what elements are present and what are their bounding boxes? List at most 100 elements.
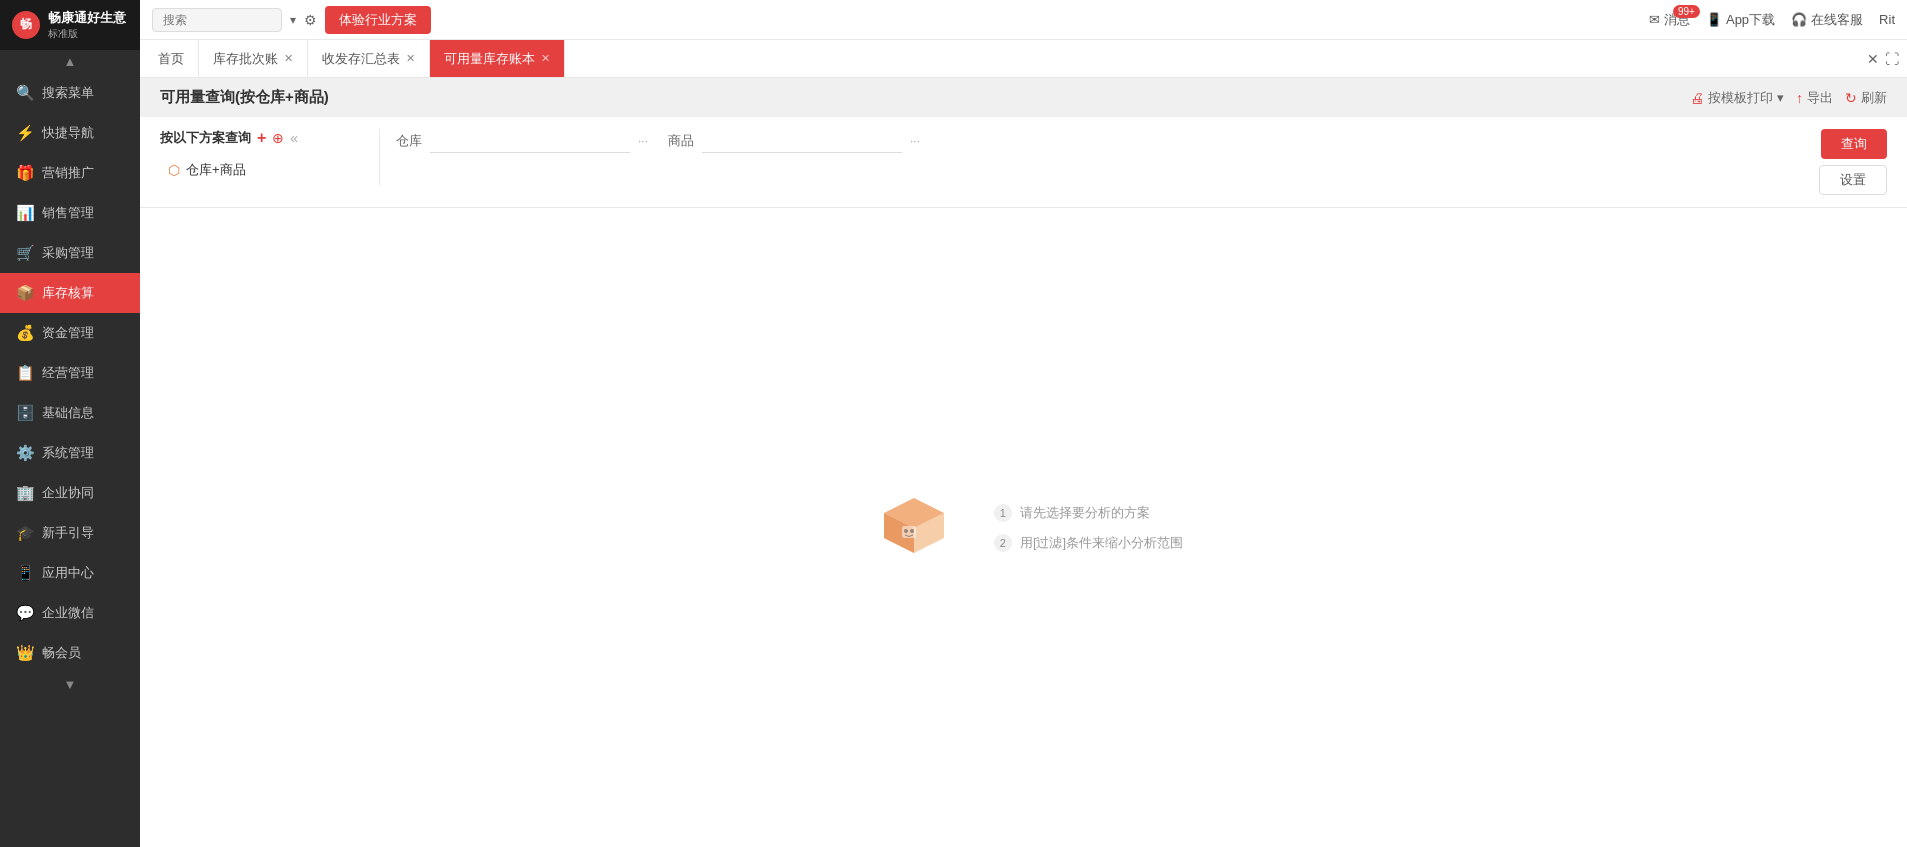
tabs-right: ✕ ⛶ — [1867, 40, 1907, 77]
page-title: 可用量查询(按仓库+商品) — [160, 88, 329, 107]
sidebar-header: 畅 畅康通好生意 标准版 — [0, 0, 140, 50]
tab-home-label: 首页 — [158, 50, 184, 68]
sidebar-item-label: 营销推广 — [42, 164, 94, 182]
quick-nav-icon: ⚡ — [16, 124, 34, 142]
warehouse-more-btn[interactable]: ··· — [638, 134, 648, 148]
sidebar-item-marketing[interactable]: 🎁 营销推广 — [0, 153, 140, 193]
tip-num-2: 2 — [994, 534, 1012, 552]
message-icon: ✉ — [1649, 12, 1660, 27]
sidebar-item-label: 企业微信 — [42, 604, 94, 622]
topbar-dropdown-btn[interactable]: ▾ — [290, 13, 296, 27]
scheme-label: 仓库+商品 — [186, 161, 246, 179]
filter-scheme-panel: 按以下方案查询 + ⊕ « ⬡ 仓库+商品 — [160, 129, 380, 185]
tip-text-1: 请先选择要分析的方案 — [1020, 504, 1150, 522]
topbar-industry-btn[interactable]: 体验行业方案 — [325, 6, 431, 34]
tip-text-2: 用[过滤]条件来缩小分析范围 — [1020, 534, 1183, 552]
topbar-right: ✉ 消息 99+ 📱 App下载 🎧 在线客服 Rit — [1649, 11, 1895, 29]
sidebar-item-label: 经营管理 — [42, 364, 94, 382]
sidebar-item-search[interactable]: 🔍 搜索菜单 — [0, 73, 140, 113]
company-name: 畅康通好生意 — [48, 10, 126, 27]
sidebar-item-inventory[interactable]: 📦 库存核算 — [0, 273, 140, 313]
inventory-icon: 📦 — [16, 284, 34, 302]
sidebar-item-label: 畅会员 — [42, 644, 81, 662]
page-header: 可用量查询(按仓库+商品) 🖨 按模板打印 ▾ ↑ 导出 ↻ 刷新 — [140, 78, 1907, 117]
app-icon: 📱 — [1706, 12, 1722, 27]
main-content: ▾ ⚙ 体验行业方案 ✉ 消息 99+ 📱 App下载 🎧 在线客服 Rit — [140, 0, 1907, 847]
sidebar-item-member[interactable]: 👑 畅会员 — [0, 633, 140, 673]
sidebar-item-finance[interactable]: 💰 资金管理 — [0, 313, 140, 353]
scroll-down-btn[interactable]: ▼ — [0, 673, 140, 696]
purchase-icon: 🛒 — [16, 244, 34, 262]
sidebar-item-quick-nav[interactable]: ⚡ 快捷导航 — [0, 113, 140, 153]
tab-collect-summary[interactable]: 收发存汇总表 ✕ — [308, 40, 430, 77]
sidebar: 畅 畅康通好生意 标准版 ▲ 🔍 搜索菜单 ⚡ 快捷导航 🎁 营销推广 📊 销售… — [0, 0, 140, 847]
print-icon: 🖨 — [1690, 90, 1704, 106]
tab-expand-btn[interactable]: ⛶ — [1885, 51, 1899, 67]
scroll-up-btn[interactable]: ▲ — [0, 50, 140, 73]
sidebar-item-label: 企业协同 — [42, 484, 94, 502]
refresh-btn[interactable]: ↻ 刷新 — [1845, 89, 1887, 107]
content-area: 1 请先选择要分析的方案 2 用[过滤]条件来缩小分析范围 — [140, 208, 1907, 847]
tab-close-btn[interactable]: ✕ — [1867, 51, 1879, 67]
sidebar-item-label: 资金管理 — [42, 324, 94, 342]
settings-btn[interactable]: 设置 — [1819, 165, 1887, 195]
print-btn[interactable]: 🖨 按模板打印 ▾ — [1690, 89, 1784, 107]
tab-collect-summary-close[interactable]: ✕ — [406, 52, 415, 65]
empty-tip-1: 1 请先选择要分析的方案 — [994, 504, 1183, 522]
sidebar-item-purchase[interactable]: 🛒 采购管理 — [0, 233, 140, 273]
sidebar-item-sales[interactable]: 📊 销售管理 — [0, 193, 140, 233]
query-btn[interactable]: 查询 — [1821, 129, 1887, 159]
sidebar-item-label: 新手引导 — [42, 524, 94, 542]
msg-badge: 99+ — [1673, 5, 1700, 18]
member-icon: 👑 — [16, 644, 34, 662]
filter-settings-btn[interactable]: ⊕ — [272, 130, 284, 146]
product-input[interactable] — [702, 129, 902, 153]
topbar-user-btn[interactable]: Rit — [1879, 12, 1895, 27]
edition-label: 标准版 — [48, 27, 126, 40]
sidebar-item-label: 销售管理 — [42, 204, 94, 222]
tab-available-book[interactable]: 可用量库存账本 ✕ — [430, 40, 565, 77]
tab-home[interactable]: 首页 — [144, 40, 199, 77]
topbar: ▾ ⚙ 体验行业方案 ✉ 消息 99+ 📱 App下载 🎧 在线客服 Rit — [140, 0, 1907, 40]
export-icon: ↑ — [1796, 90, 1803, 106]
service-icon: 🎧 — [1791, 12, 1807, 27]
svg-point-5 — [910, 529, 914, 533]
sidebar-item-label: 采购管理 — [42, 244, 94, 262]
sidebar-item-label: 应用中心 — [42, 564, 94, 582]
sidebar-item-wechat[interactable]: 💬 企业微信 — [0, 593, 140, 633]
filter-field-product: 商品 ··· — [668, 129, 920, 153]
newbie-icon: 🎓 — [16, 524, 34, 542]
export-btn[interactable]: ↑ 导出 — [1796, 89, 1833, 107]
sidebar-header-text: 畅康通好生意 标准版 — [48, 10, 126, 40]
warehouse-input[interactable] — [430, 129, 630, 153]
filter-fields: 仓库 ··· 商品 ··· — [380, 129, 1809, 153]
sidebar-item-enterprise[interactable]: 🏢 企业协同 — [0, 473, 140, 513]
topbar-service-btn[interactable]: 🎧 在线客服 — [1791, 11, 1863, 29]
tab-batch-account[interactable]: 库存批次账 ✕ — [199, 40, 308, 77]
sidebar-item-newbie[interactable]: 🎓 新手引导 — [0, 513, 140, 553]
basic-icon: 🗄️ — [16, 404, 34, 422]
sidebar-item-basic[interactable]: 🗄️ 基础信息 — [0, 393, 140, 433]
topbar-gear-btn[interactable]: ⚙ — [304, 12, 317, 28]
appstore-icon: 📱 — [16, 564, 34, 582]
sidebar-item-label: 库存核算 — [42, 284, 94, 302]
filter-collapse-btn[interactable]: « — [290, 130, 298, 146]
warehouse-label: 仓库 — [396, 132, 422, 150]
sidebar-item-label: 系统管理 — [42, 444, 94, 462]
system-icon: ⚙️ — [16, 444, 34, 462]
sidebar-item-appstore[interactable]: 📱 应用中心 — [0, 553, 140, 593]
topbar-search-input[interactable] — [152, 8, 282, 32]
sidebar-item-operations[interactable]: 📋 经营管理 — [0, 353, 140, 393]
tab-batch-account-close[interactable]: ✕ — [284, 52, 293, 65]
sidebar-item-system[interactable]: ⚙️ 系统管理 — [0, 433, 140, 473]
svg-point-4 — [904, 529, 908, 533]
tab-available-book-close[interactable]: ✕ — [541, 52, 550, 65]
topbar-app-btn[interactable]: 📱 App下载 — [1706, 11, 1775, 29]
topbar-msg-btn[interactable]: ✉ 消息 99+ — [1649, 11, 1690, 29]
product-more-btn[interactable]: ··· — [910, 134, 920, 148]
filter-scheme-title: 按以下方案查询 — [160, 129, 251, 147]
filter-scheme-item[interactable]: ⬡ 仓库+商品 — [160, 155, 367, 185]
empty-tips: 1 请先选择要分析的方案 2 用[过滤]条件来缩小分析范围 — [994, 504, 1183, 552]
filter-add-btn[interactable]: + — [257, 129, 266, 147]
product-label: 商品 — [668, 132, 694, 150]
